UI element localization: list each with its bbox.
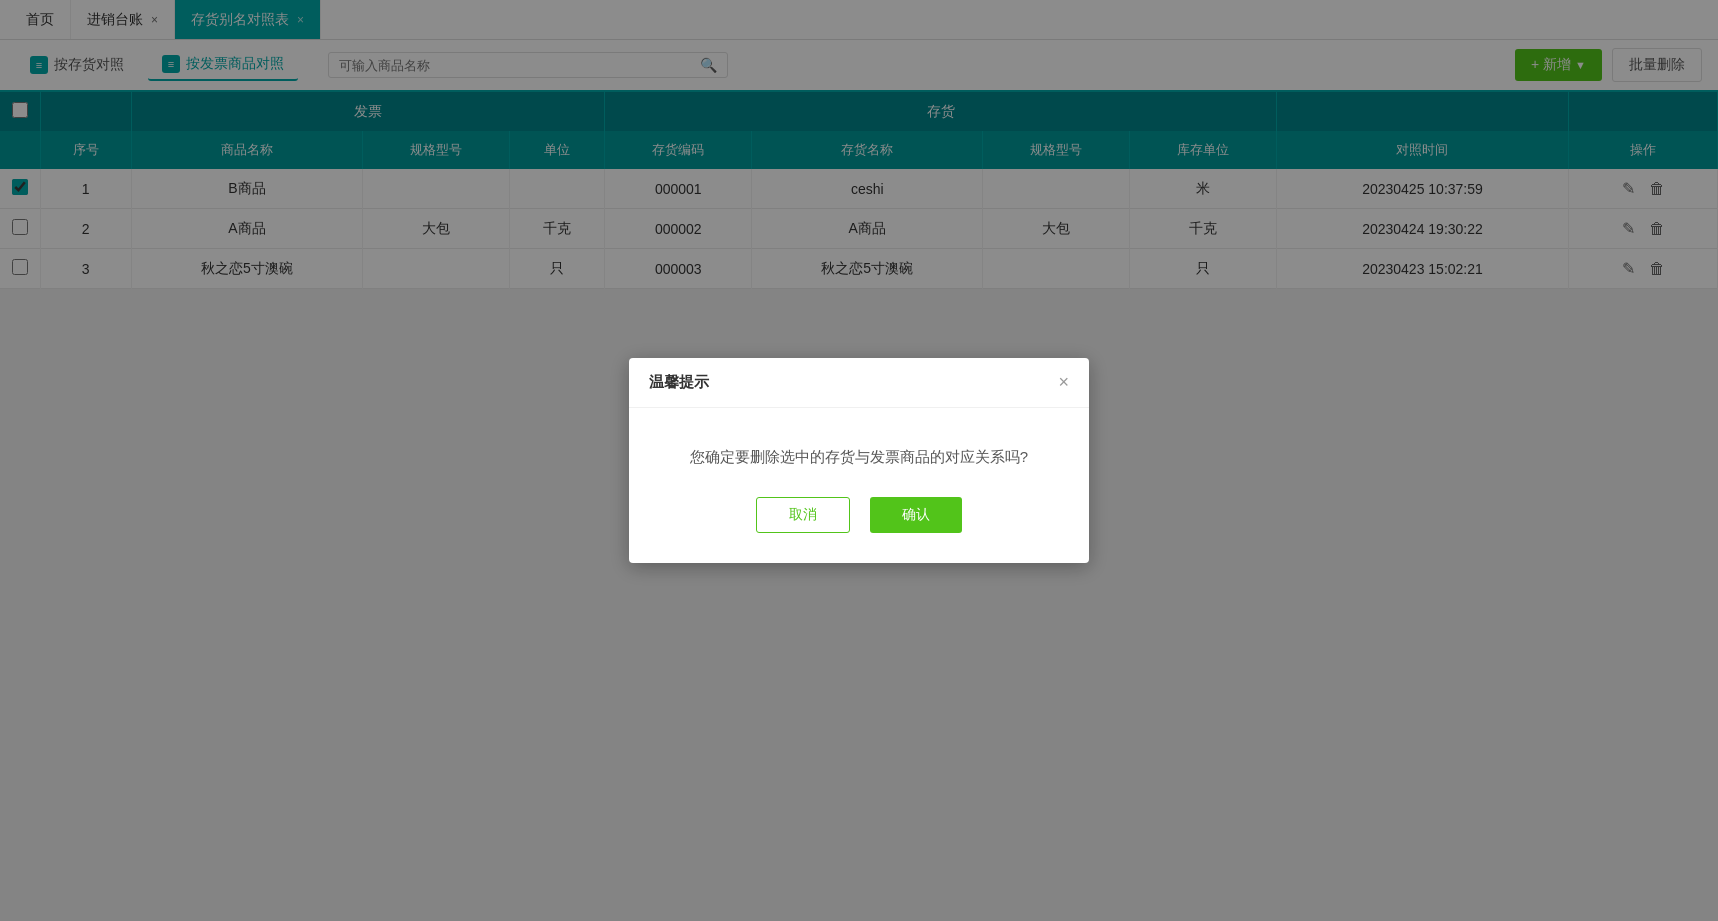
overlay: 温馨提示 × 您确定要删除选中的存货与发票商品的对应关系吗? 取消 确认 xyxy=(0,0,1718,289)
